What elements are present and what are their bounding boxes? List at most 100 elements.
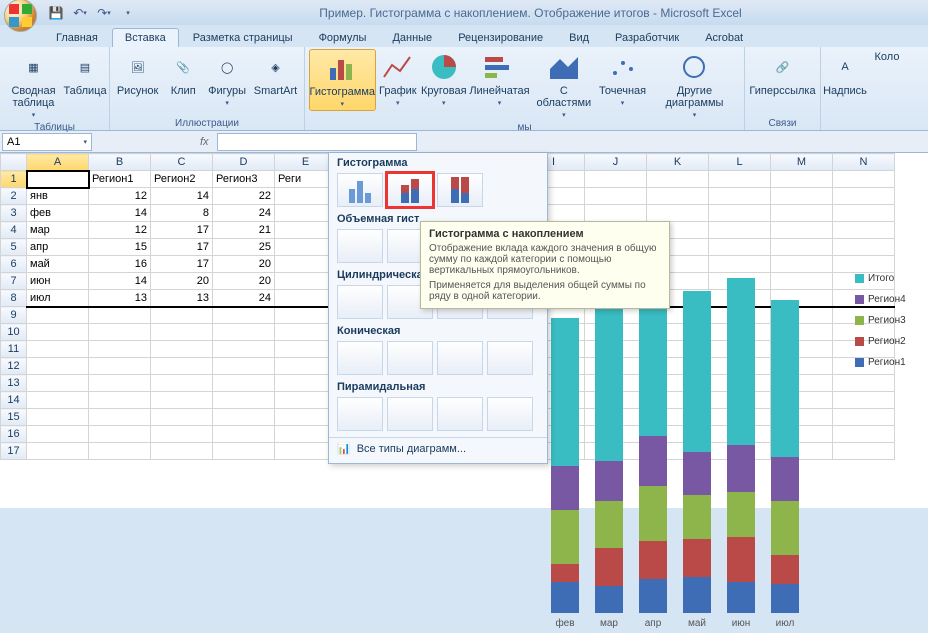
tab-page-layout[interactable]: Разметка страницы — [181, 29, 305, 47]
tab-home[interactable]: Главная — [44, 29, 110, 47]
row-header-15[interactable]: 15 — [1, 409, 27, 426]
bar-chart-button[interactable]: Линейчатая▾ — [469, 49, 529, 109]
cell[interactable]: 20 — [213, 273, 275, 290]
tab-acrobat[interactable]: Acrobat — [693, 29, 755, 47]
gallery-pyramid-4[interactable] — [487, 397, 533, 431]
cell[interactable]: 12 — [89, 222, 151, 239]
clip-button[interactable]: 📎Клип — [163, 49, 203, 99]
row-header-8[interactable]: 8 — [1, 290, 27, 307]
row-header-6[interactable]: 6 — [1, 256, 27, 273]
save-icon[interactable]: 💾 — [47, 4, 65, 22]
cell[interactable]: фев — [27, 205, 89, 222]
cell[interactable]: янв — [27, 188, 89, 205]
cell[interactable]: Регион1 — [89, 171, 151, 188]
row-header-11[interactable]: 11 — [1, 341, 27, 358]
tab-data[interactable]: Данные — [380, 29, 444, 47]
row-header-16[interactable]: 16 — [1, 426, 27, 443]
gallery-cone-3[interactable] — [437, 341, 483, 375]
qat-customize-icon[interactable]: ▾ — [119, 4, 137, 22]
row-header-14[interactable]: 14 — [1, 392, 27, 409]
other-charts-button[interactable]: Другие диаграммы▾ — [649, 49, 740, 121]
formula-bar[interactable] — [217, 133, 417, 151]
cell[interactable]: 14 — [89, 205, 151, 222]
fx-icon[interactable]: fx — [200, 136, 209, 148]
row-header-2[interactable]: 2 — [1, 188, 27, 205]
cell[interactable]: 15 — [89, 239, 151, 256]
row-header-1[interactable]: 1 — [1, 171, 27, 188]
picture-button[interactable]: 🖼Рисунок — [114, 49, 161, 99]
col-header-L[interactable]: L — [709, 154, 771, 171]
tab-developer[interactable]: Разработчик — [603, 29, 691, 47]
cell[interactable]: 17 — [151, 222, 213, 239]
col-header-K[interactable]: K — [647, 154, 709, 171]
tab-insert[interactable]: Вставка — [112, 28, 179, 47]
gallery-cone-2[interactable] — [387, 341, 433, 375]
select-all-cell[interactable] — [1, 154, 27, 171]
cell-A1[interactable] — [27, 171, 89, 188]
cell[interactable]: 17 — [151, 239, 213, 256]
gallery-100-stacked-column[interactable] — [437, 173, 483, 207]
cell[interactable]: 13 — [89, 290, 151, 307]
cell[interactable]: 25 — [213, 239, 275, 256]
gallery-pyramid-1[interactable] — [337, 397, 383, 431]
tab-review[interactable]: Рецензирование — [446, 29, 555, 47]
cell[interactable]: 13 — [151, 290, 213, 307]
row-header-12[interactable]: 12 — [1, 358, 27, 375]
cell[interactable]: июн — [27, 273, 89, 290]
row-header-4[interactable]: 4 — [1, 222, 27, 239]
cell[interactable]: 8 — [151, 205, 213, 222]
col-header-J[interactable]: J — [585, 154, 647, 171]
undo-icon[interactable]: ↶▾ — [71, 4, 89, 22]
gallery-cone-4[interactable] — [487, 341, 533, 375]
area-chart-button[interactable]: С областями▾ — [532, 49, 597, 121]
office-button[interactable] — [4, 0, 37, 32]
cell[interactable]: 17 — [151, 256, 213, 273]
cell[interactable]: 20 — [213, 256, 275, 273]
cell[interactable]: мар — [27, 222, 89, 239]
smartart-button[interactable]: ◈SmartArt — [251, 49, 300, 99]
col-header-N[interactable]: N — [833, 154, 895, 171]
row-header-7[interactable]: 7 — [1, 273, 27, 290]
scatter-chart-button[interactable]: Точечная▾ — [598, 49, 647, 109]
shapes-button[interactable]: ◯Фигуры▾ — [205, 49, 249, 109]
gallery-cylinder-1[interactable] — [337, 285, 383, 319]
hyperlink-button[interactable]: 🔗Гиперссылка — [749, 49, 816, 99]
header-footer-button[interactable]: Коло — [867, 49, 907, 65]
gallery-stacked-column[interactable] — [387, 173, 433, 207]
row-header-5[interactable]: 5 — [1, 239, 27, 256]
cell[interactable]: 24 — [213, 205, 275, 222]
col-header-B[interactable]: B — [89, 154, 151, 171]
tab-formulas[interactable]: Формулы — [307, 29, 379, 47]
cell[interactable]: 24 — [213, 290, 275, 307]
row-header-3[interactable]: 3 — [1, 205, 27, 222]
col-header-C[interactable]: C — [151, 154, 213, 171]
cell[interactable]: 14 — [89, 273, 151, 290]
cell[interactable]: 20 — [151, 273, 213, 290]
col-header-D[interactable]: D — [213, 154, 275, 171]
cell[interactable]: апр — [27, 239, 89, 256]
gallery-pyramid-3[interactable] — [437, 397, 483, 431]
gallery-clustered-column[interactable] — [337, 173, 383, 207]
cell[interactable]: 16 — [89, 256, 151, 273]
row-header-10[interactable]: 10 — [1, 324, 27, 341]
cell[interactable]: Регион3 — [213, 171, 275, 188]
row-header-13[interactable]: 13 — [1, 375, 27, 392]
redo-icon[interactable]: ↷▾ — [95, 4, 113, 22]
name-box[interactable]: A1▾ — [2, 133, 92, 151]
cell[interactable]: 14 — [151, 188, 213, 205]
tab-view[interactable]: Вид — [557, 29, 601, 47]
cell[interactable]: Регион2 — [151, 171, 213, 188]
pivot-table-button[interactable]: ▦Сводная таблица▾ — [4, 49, 63, 121]
textbox-button[interactable]: AНадпись — [825, 49, 865, 99]
cell[interactable]: июл — [27, 290, 89, 307]
cell[interactable]: май — [27, 256, 89, 273]
line-chart-button[interactable]: График▾ — [378, 49, 418, 109]
table-button[interactable]: ▤Таблица — [65, 49, 105, 99]
pie-chart-button[interactable]: Круговая▾ — [420, 49, 467, 109]
cell[interactable]: 12 — [89, 188, 151, 205]
column-chart-button[interactable]: Гистограмма▾ — [309, 49, 376, 111]
col-header-M[interactable]: M — [771, 154, 833, 171]
cell[interactable]: 21 — [213, 222, 275, 239]
gallery-cone-1[interactable] — [337, 341, 383, 375]
gallery-3d-clustered[interactable] — [337, 229, 383, 263]
